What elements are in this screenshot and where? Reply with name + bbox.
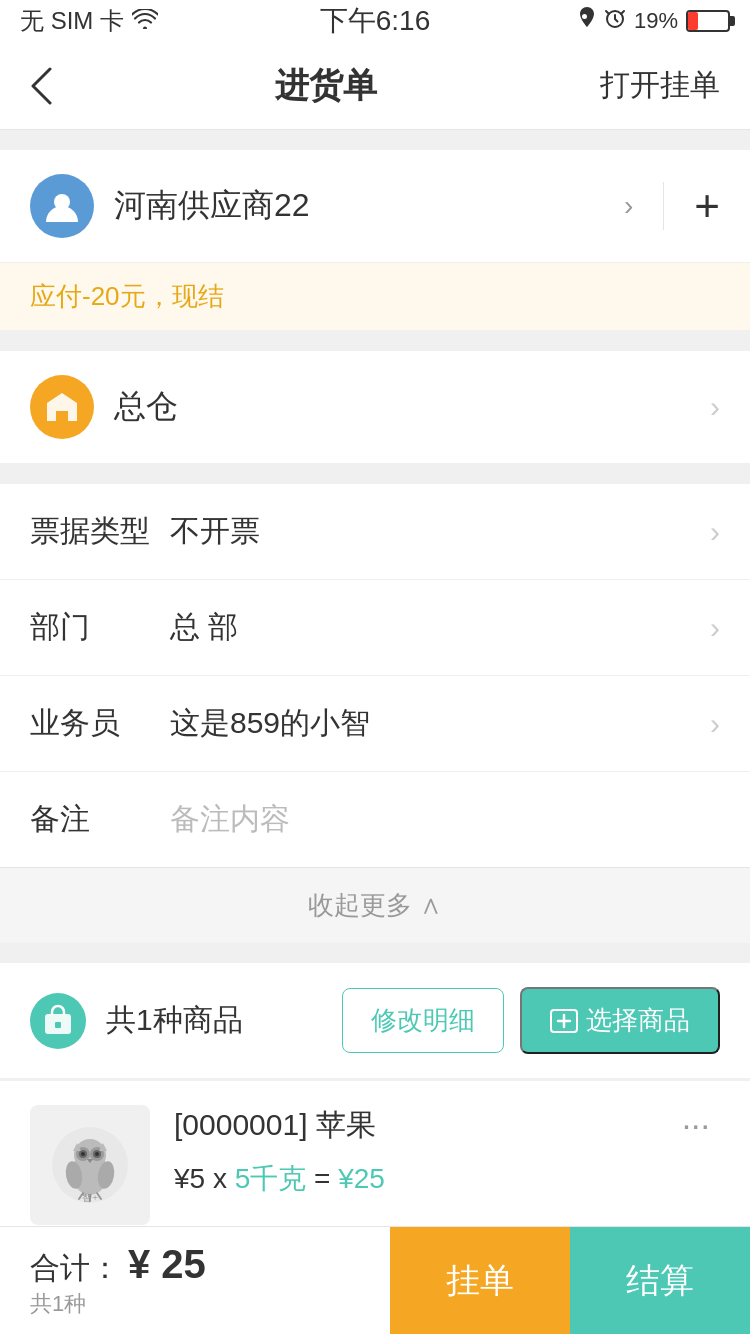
invoice-label: 票据类型 bbox=[30, 511, 150, 552]
svg-rect-2 bbox=[56, 411, 68, 421]
remark-placeholder: 备注内容 bbox=[150, 799, 720, 840]
collapse-button[interactable]: 收起更多 ∧ bbox=[0, 867, 750, 943]
bottom-bar: 合计： ¥ 25 共1种 挂单 结算 bbox=[0, 1226, 750, 1334]
price-separator: x bbox=[213, 1163, 235, 1194]
remark-label: 备注 bbox=[30, 799, 150, 840]
product-info: [0000001] 苹果 ¥5 x 5千克 = ¥25 bbox=[174, 1105, 672, 1198]
product-title: 苹果 bbox=[316, 1108, 376, 1141]
product-header: 共1种商品 修改明细 选择商品 bbox=[0, 963, 750, 1078]
quantity: 5千克 bbox=[235, 1163, 307, 1194]
location-icon bbox=[578, 7, 596, 35]
invoice-value: 不开票 bbox=[150, 511, 710, 552]
equals-sign: = bbox=[314, 1163, 338, 1194]
total-main: 合计： ¥ 25 bbox=[30, 1242, 360, 1289]
product-more-button[interactable]: ··· bbox=[672, 1105, 720, 1144]
svg-point-14 bbox=[95, 1152, 99, 1156]
alarm-icon bbox=[604, 7, 626, 35]
notice-banner: 应付-20元，现结 bbox=[0, 263, 750, 331]
section-gap-2 bbox=[0, 331, 750, 351]
checkout-button[interactable]: 结算 bbox=[570, 1227, 750, 1334]
battery-icon bbox=[686, 10, 730, 32]
warehouse-chevron-icon: › bbox=[710, 390, 720, 424]
status-left: 无 SIM 卡 bbox=[20, 5, 158, 37]
form-section: 票据类型 不开票 › 部门 总 部 › 业务员 这是859的小智 › 备注 备注… bbox=[0, 483, 750, 943]
back-button[interactable] bbox=[30, 67, 52, 105]
warehouse-row[interactable]: 总仓 › bbox=[0, 351, 750, 463]
add-supplier-button[interactable]: + bbox=[694, 184, 720, 228]
total-price: ¥25 bbox=[338, 1163, 385, 1194]
supplier-chevron-icon: › bbox=[624, 190, 633, 222]
total-label: 合计： bbox=[30, 1248, 120, 1289]
select-product-label: 选择商品 bbox=[586, 1003, 690, 1038]
svg-rect-4 bbox=[55, 1022, 61, 1028]
supplier-avatar bbox=[30, 174, 94, 238]
salesperson-value: 这是859的小智 bbox=[150, 703, 710, 744]
product-code: [0000001] bbox=[174, 1108, 307, 1141]
collapse-label: 收起更多 ∧ bbox=[308, 888, 441, 923]
product-item: 智+ [0000001] 苹果 ¥5 x 5千克 = ¥25 ··· bbox=[0, 1080, 750, 1249]
total-sub: 共1种 bbox=[30, 1289, 360, 1319]
warehouse-name: 总仓 bbox=[114, 385, 710, 429]
section-gap-3 bbox=[0, 463, 750, 483]
battery-percent: 19% bbox=[634, 8, 678, 34]
department-row[interactable]: 部门 总 部 › bbox=[0, 579, 750, 675]
section-gap-1 bbox=[0, 130, 750, 150]
invoice-row[interactable]: 票据类型 不开票 › bbox=[0, 483, 750, 579]
page-title: 进货单 bbox=[275, 63, 377, 109]
modify-detail-button[interactable]: 修改明细 bbox=[342, 988, 504, 1053]
status-time: 下午6:16 bbox=[320, 2, 431, 40]
invoice-chevron-icon: › bbox=[710, 515, 720, 549]
department-value: 总 部 bbox=[150, 607, 710, 648]
product-price: ¥5 x 5千克 = ¥25 bbox=[174, 1160, 672, 1198]
department-chevron-icon: › bbox=[710, 611, 720, 645]
supplier-name: 河南供应商22 bbox=[114, 184, 624, 228]
status-right: 19% bbox=[578, 7, 730, 35]
supplier-section: 河南供应商22 › + 应付-20元，现结 bbox=[0, 150, 750, 331]
unit-price: ¥5 bbox=[174, 1163, 205, 1194]
supplier-row[interactable]: 河南供应商22 › + bbox=[0, 150, 750, 263]
product-icon bbox=[30, 993, 86, 1049]
remark-row[interactable]: 备注 备注内容 bbox=[0, 771, 750, 867]
wifi-icon bbox=[132, 7, 158, 35]
total-section: 合计： ¥ 25 共1种 bbox=[0, 1227, 390, 1334]
nav-bar: 进货单 打开挂单 bbox=[0, 42, 750, 130]
product-name: [0000001] 苹果 bbox=[174, 1105, 672, 1146]
product-count: 共1种商品 bbox=[106, 1000, 342, 1041]
select-product-button[interactable]: 选择商品 bbox=[520, 987, 720, 1054]
carrier-text: 无 SIM 卡 bbox=[20, 5, 124, 37]
svg-point-13 bbox=[81, 1152, 85, 1156]
vertical-divider bbox=[663, 182, 664, 230]
salesperson-label: 业务员 bbox=[30, 703, 150, 744]
product-thumbnail: 智+ bbox=[30, 1105, 150, 1225]
salesperson-row[interactable]: 业务员 这是859的小智 › bbox=[0, 675, 750, 771]
open-hang-button[interactable]: 打开挂单 bbox=[600, 65, 720, 106]
hang-button[interactable]: 挂单 bbox=[390, 1227, 570, 1334]
total-amount: ¥ 25 bbox=[128, 1242, 206, 1287]
salesperson-chevron-icon: › bbox=[710, 707, 720, 741]
svg-text:智+: 智+ bbox=[82, 1192, 98, 1203]
department-label: 部门 bbox=[30, 607, 150, 648]
warehouse-icon bbox=[30, 375, 94, 439]
status-bar: 无 SIM 卡 下午6:16 19% bbox=[0, 0, 750, 42]
